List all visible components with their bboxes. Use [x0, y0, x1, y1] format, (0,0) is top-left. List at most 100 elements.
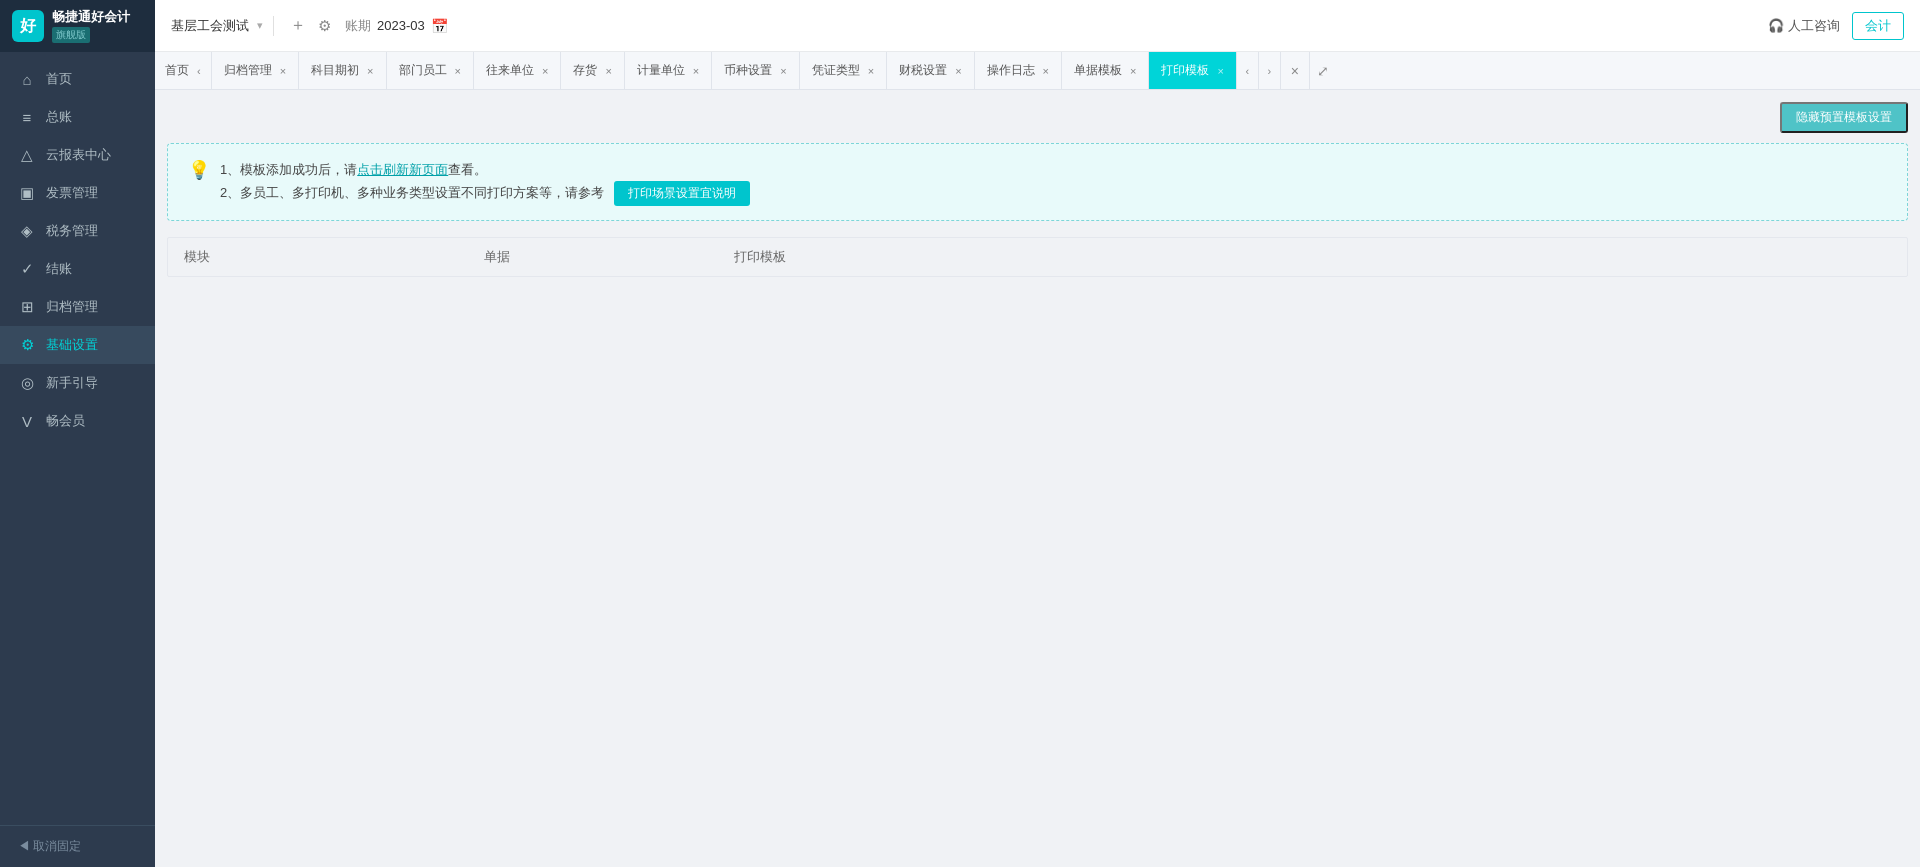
tab-departments-close[interactable]: × [455, 65, 461, 77]
account-button[interactable]: 会计 [1852, 12, 1904, 40]
sidebar-item-label: 首页 [46, 70, 72, 88]
col-module: 模块 [168, 238, 468, 276]
tab-single-form-close[interactable]: × [1130, 65, 1136, 77]
tab-units-label: 计量单位 [637, 62, 685, 79]
sidebar-unpin-btn[interactable]: ◀ 取消固定 [0, 825, 155, 867]
sidebar-item-label: 税务管理 [46, 222, 98, 240]
sidebar-item-home[interactable]: ⌂ 首页 [0, 60, 155, 98]
ledger-icon: ≡ [18, 109, 36, 126]
tab-currency-label: 币种设置 [724, 62, 772, 79]
calendar-icon[interactable]: 📅 [431, 18, 448, 34]
invoice-icon: ▣ [18, 184, 36, 202]
col-form: 单据 [468, 238, 718, 276]
tab-next-btn[interactable]: › [1259, 52, 1281, 90]
tab-tax-settings[interactable]: 财税设置 × [887, 52, 974, 90]
tab-voucher-type-label: 凭证类型 [812, 62, 860, 79]
sidebar-item-member[interactable]: V 畅会员 [0, 402, 155, 440]
home-nav-icon: ‹ [197, 65, 201, 77]
add-tab-button[interactable]: ＋ [284, 15, 312, 36]
sidebar-item-label: 基础设置 [46, 336, 98, 354]
main-area: 基层工会测试 ▾ ＋ ⚙ 账期 2023-03 📅 🎧 人工咨询 会计 首页 ‹… [155, 0, 1920, 867]
tab-print-template-label: 打印模板 [1161, 62, 1209, 79]
info-content: 1、模板添加成功后，请点击刷新新页面查看。 2、多员工、多打印机、多种业务类型设… [220, 158, 1887, 206]
sidebar-item-archive[interactable]: ⊞ 归档管理 [0, 288, 155, 326]
sidebar-item-label: 发票管理 [46, 184, 98, 202]
period-label: 账期 [345, 17, 371, 35]
tab-archive-close[interactable]: × [280, 65, 286, 77]
info-line2-prefix: 2、多员工、多打印机、多种业务类型设置不同打印方案等，请参考 [220, 185, 604, 200]
tab-inventory-close[interactable]: × [605, 65, 611, 77]
project-dropdown-icon[interactable]: ▾ [257, 19, 263, 32]
tab-voucher-type[interactable]: 凭证类型 × [800, 52, 887, 90]
tab-voucher-type-close[interactable]: × [868, 65, 874, 77]
checkout-icon: ✓ [18, 260, 36, 278]
app-logo-icon: 好 [12, 10, 44, 42]
refresh-link[interactable]: 点击刷新新页面 [357, 162, 448, 177]
service-label: 人工咨询 [1788, 17, 1840, 35]
sidebar-item-tax[interactable]: ◈ 税务管理 [0, 212, 155, 250]
content-area: 隐藏预置模板设置 💡 1、模板添加成功后，请点击刷新新页面查看。 2、多员工、多… [155, 90, 1920, 867]
sidebar-item-label: 结账 [46, 260, 72, 278]
guide-icon: ◎ [18, 374, 36, 392]
tab-op-log[interactable]: 操作日志 × [975, 52, 1062, 90]
tab-currency[interactable]: 币种设置 × [712, 52, 799, 90]
settings-button[interactable]: ⚙ [312, 17, 337, 35]
tabbar: 首页 ‹ 归档管理 × 科目期初 × 部门员工 × 往来单位 × 存货 × 计量… [155, 52, 1920, 90]
sidebar-item-label: 畅会员 [46, 412, 85, 430]
info-box: 💡 1、模板添加成功后，请点击刷新新页面查看。 2、多员工、多打印机、多种业务类… [167, 143, 1908, 221]
table-header: 模块 单据 打印模板 [167, 237, 1908, 277]
sidebar-item-settings[interactable]: ⚙ 基础设置 [0, 326, 155, 364]
tab-tax-settings-close[interactable]: × [955, 65, 961, 77]
project-name[interactable]: 基层工会测试 [171, 17, 249, 35]
tab-counterparties-close[interactable]: × [542, 65, 548, 77]
topbar: 基层工会测试 ▾ ＋ ⚙ 账期 2023-03 📅 🎧 人工咨询 会计 [155, 0, 1920, 52]
tab-departments[interactable]: 部门员工 × [387, 52, 474, 90]
sidebar-logo: 好 畅捷通好会计 旗舰版 [0, 0, 155, 52]
tab-prev-btn[interactable]: ‹ [1237, 52, 1259, 90]
tab-inventory[interactable]: 存货 × [561, 52, 624, 90]
app-name: 畅捷通好会计 [52, 9, 130, 25]
sidebar-footer-label: ◀ 取消固定 [18, 838, 81, 855]
tab-expand-btn[interactable]: ⤢ [1309, 52, 1337, 90]
tab-units[interactable]: 计量单位 × [625, 52, 712, 90]
sidebar-item-checkout[interactable]: ✓ 结账 [0, 250, 155, 288]
tab-counterparties-label: 往来单位 [486, 62, 534, 79]
tab-single-form[interactable]: 单据模板 × [1062, 52, 1149, 90]
home-icon: ⌂ [18, 71, 36, 88]
info-line1-suffix: 查看。 [448, 162, 487, 177]
tab-archive[interactable]: 归档管理 × [212, 52, 299, 90]
tax-icon: ◈ [18, 222, 36, 240]
tab-print-template[interactable]: 打印模板 × [1149, 52, 1236, 90]
bulb-icon: 💡 [188, 159, 210, 181]
sidebar-item-label: 云报表中心 [46, 146, 111, 164]
sidebar-item-label: 新手引导 [46, 374, 98, 392]
col-template: 打印模板 [718, 238, 1907, 276]
sidebar-item-guide[interactable]: ◎ 新手引导 [0, 364, 155, 402]
archive-icon: ⊞ [18, 298, 36, 316]
tab-subjects-close[interactable]: × [367, 65, 373, 77]
info-line1-prefix: 1、模板添加成功后，请 [220, 162, 357, 177]
tab-currency-close[interactable]: × [780, 65, 786, 77]
human-service-btn[interactable]: 🎧 人工咨询 [1768, 17, 1840, 35]
hide-template-btn[interactable]: 隐藏预置模板设置 [1780, 102, 1908, 133]
tab-units-close[interactable]: × [693, 65, 699, 77]
period-value: 2023-03 [377, 18, 425, 33]
tab-subjects-label: 科目期初 [311, 62, 359, 79]
explain-btn[interactable]: 打印场景设置宜说明 [614, 181, 750, 206]
tab-archive-label: 归档管理 [224, 62, 272, 79]
info-line1: 1、模板添加成功后，请点击刷新新页面查看。 [220, 158, 1887, 181]
sidebar-item-invoice[interactable]: ▣ 发票管理 [0, 174, 155, 212]
tab-op-log-close[interactable]: × [1043, 65, 1049, 77]
tab-subjects[interactable]: 科目期初 × [299, 52, 386, 90]
tab-print-template-close[interactable]: × [1217, 65, 1223, 77]
tab-inventory-label: 存货 [573, 62, 597, 79]
member-icon: V [18, 413, 36, 430]
topbar-period: 账期 2023-03 📅 [345, 17, 448, 35]
topbar-divider1 [273, 16, 274, 36]
sidebar-item-reports[interactable]: △ 云报表中心 [0, 136, 155, 174]
tab-home[interactable]: 首页 ‹ [155, 52, 212, 90]
tab-close-all-btn[interactable]: × [1281, 52, 1309, 90]
sidebar-item-ledger[interactable]: ≡ 总账 [0, 98, 155, 136]
tab-counterparties[interactable]: 往来单位 × [474, 52, 561, 90]
sidebar: 好 畅捷通好会计 旗舰版 ⌂ 首页 ≡ 总账 △ 云报表中心 ▣ 发票管理 ◈ … [0, 0, 155, 867]
